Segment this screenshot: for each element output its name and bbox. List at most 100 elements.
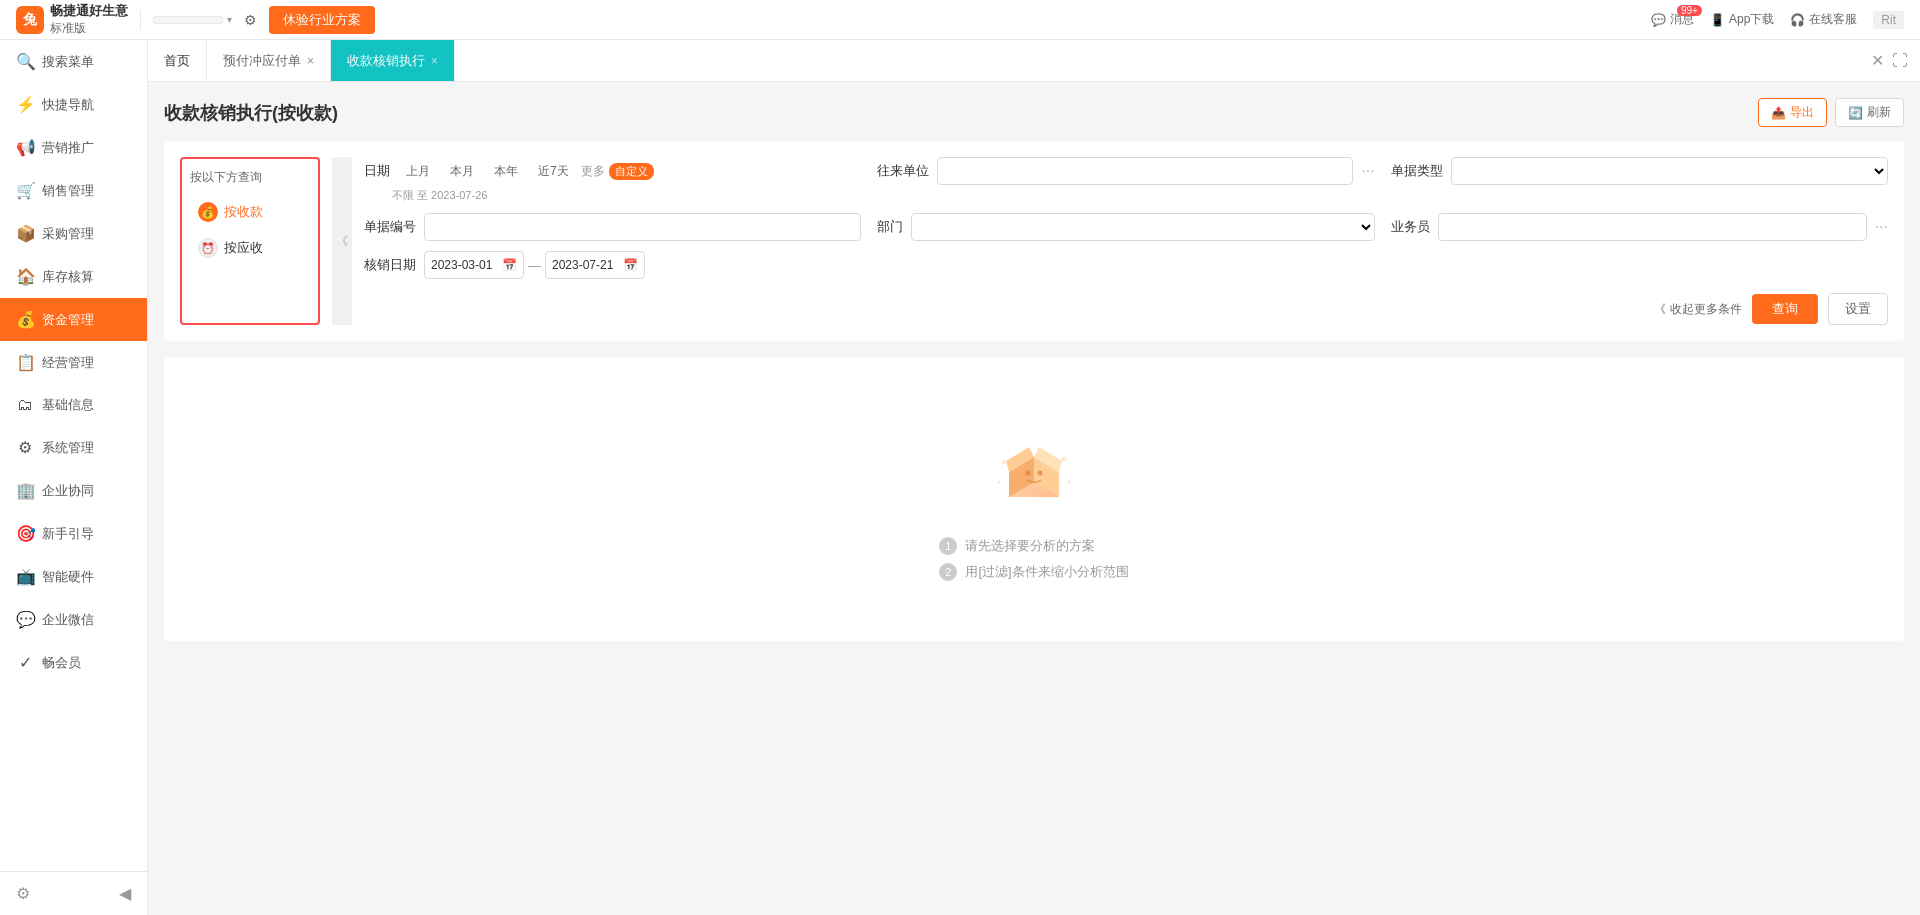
industry-solution-button[interactable]: 休验行业方案 [269, 6, 375, 34]
tab-prepay-close-icon[interactable]: × [307, 54, 314, 68]
filter-bill-no-input[interactable] [424, 213, 861, 241]
search-area[interactable]: ▾ [153, 14, 232, 25]
member-icon: ✓ [16, 653, 34, 672]
tab-receipt-verify-label: 收款核销执行 [347, 52, 425, 70]
filter-row-1: 日期 上月 本月 本年 近7天 更多 自定义 [364, 157, 1888, 185]
sidebar-label-quick-nav: 快捷导航 [42, 96, 94, 114]
warehouse-icon: 🏠 [16, 267, 34, 286]
empty-tip-1: 1 请先选择要分析的方案 [939, 537, 1128, 555]
finance-icon: 💰 [16, 310, 34, 329]
sidebar-item-sales[interactable]: 🛒 销售管理 [0, 169, 147, 212]
filter-dept-select[interactable] [911, 213, 1374, 241]
sidebar-settings-icon[interactable]: ⚙ [16, 884, 30, 903]
filter-option-by-receipt[interactable]: 💰 按收款 [190, 196, 310, 228]
svg-point-7 [1002, 460, 1006, 464]
filter-staff-input[interactable] [1438, 213, 1867, 241]
headset-icon: 🎧 [1790, 13, 1805, 27]
collapse-more-button[interactable]: 《 收起更多条件 [1654, 301, 1742, 318]
sidebar-label-inventory: 库存核算 [42, 268, 94, 286]
sidebar-item-wechat[interactable]: 💬 企业微信 [0, 598, 147, 641]
tab-receipt-verify-close-icon[interactable]: × [431, 54, 438, 68]
user-name[interactable]: Rit [1873, 11, 1904, 29]
filter-collapse-handle[interactable]: 《 [332, 157, 352, 325]
sidebar-item-quick-nav[interactable]: ⚡ 快捷导航 [0, 83, 147, 126]
page-header: 收款核销执行(按收款) 📤 导出 🔄 刷新 [164, 98, 1904, 127]
message-badge: 99+ [1677, 5, 1702, 16]
sidebar-item-sys-mgmt[interactable]: ⚙ 系统管理 [0, 426, 147, 469]
date-separator: — [528, 258, 541, 273]
verify-date-end-input[interactable]: 2023-07-21 📅 [545, 251, 645, 279]
refresh-icon: 🔄 [1848, 106, 1863, 120]
sidebar-item-enterprise[interactable]: 🏢 企业协同 [0, 469, 147, 512]
filter-verify-date-field: 核销日期 2023-03-01 📅 — 2023-07-21 📅 [364, 251, 861, 279]
gear-icon: ⚙ [16, 438, 34, 457]
verify-date-start-input[interactable]: 2023-03-01 📅 [424, 251, 524, 279]
sidebar-item-search-menu[interactable]: 🔍 搜索菜单 [0, 40, 147, 83]
sidebar-item-finance[interactable]: 💰 资金管理 [0, 298, 147, 341]
tab-receipt-verify[interactable]: 收款核销执行 × [331, 40, 455, 81]
sidebar-item-purchase[interactable]: 📦 采购管理 [0, 212, 147, 255]
sidebar-label-finance: 资金管理 [42, 311, 94, 329]
topbar-divider-1 [140, 10, 141, 30]
app-download-button[interactable]: 📱 App下载 [1710, 11, 1774, 28]
date-hint-area: 不限 至 2023-07-26 [392, 187, 1888, 203]
tab-prepay[interactable]: 预付冲应付单 × [207, 40, 331, 81]
content-area: 首页 预付冲应付单 × 收款核销执行 × ✕ ⛶ 收款核销执行(按收款) [148, 40, 1920, 915]
wechat-icon: 💬 [16, 610, 34, 629]
filter-option-by-receivable[interactable]: ⏰ 按应收 [190, 232, 310, 264]
date-btn-this-year[interactable]: 本年 [486, 161, 526, 182]
clipboard-icon: 📋 [16, 353, 34, 372]
brand-edition: 标准版 [50, 20, 128, 37]
filter-bill-type-select[interactable] [1451, 157, 1888, 185]
settings-icon[interactable]: ⚙ [244, 12, 257, 28]
sidebar-label-sys-mgmt: 系统管理 [42, 439, 94, 457]
sidebar-item-base-info[interactable]: 🗂 基础信息 [0, 384, 147, 426]
sidebar-item-member[interactable]: ✓ 畅会员 [0, 641, 147, 684]
date-btn-this-month[interactable]: 本月 [442, 161, 482, 182]
export-button[interactable]: 📤 导出 [1758, 98, 1827, 127]
message-icon: 💬 [1651, 13, 1666, 27]
brand-name: 畅捷通好生意 [50, 2, 128, 20]
calendar-end-icon: 📅 [623, 258, 638, 272]
date-custom-badge[interactable]: 自定义 [609, 163, 654, 180]
filter-partner-input[interactable] [937, 157, 1353, 185]
tab-actions: ✕ ⛶ [1859, 51, 1920, 70]
filter-settings-button[interactable]: 设置 [1828, 293, 1888, 325]
megaphone-icon: 📢 [16, 138, 34, 157]
sidebar-item-newbie[interactable]: 🎯 新手引导 [0, 512, 147, 555]
sidebar-item-hardware[interactable]: 📺 智能硬件 [0, 555, 147, 598]
date-btn-7days[interactable]: 近7天 [530, 161, 577, 182]
tab-expand-icon[interactable]: ⛶ [1892, 52, 1908, 70]
filter-bill-type-field: 单据类型 [1391, 157, 1888, 185]
refresh-button[interactable]: 🔄 刷新 [1835, 98, 1904, 127]
tab-home-label: 首页 [164, 52, 190, 70]
filter-row-3: 核销日期 2023-03-01 📅 — 2023-07-21 📅 [364, 251, 1888, 279]
sidebar: 🔍 搜索菜单 ⚡ 快捷导航 📢 营销推广 🛒 销售管理 📦 采购管理 🏠 库存核… [0, 40, 148, 915]
svg-point-5 [1026, 471, 1031, 476]
calendar-start-icon: 📅 [502, 258, 517, 272]
tab-home[interactable]: 首页 [148, 40, 207, 81]
date-btn-last-month[interactable]: 上月 [398, 161, 438, 182]
export-label: 导出 [1790, 104, 1814, 121]
empty-tip-1-number: 1 [939, 537, 957, 555]
sidebar-label-hardware: 智能硬件 [42, 568, 94, 586]
empty-tip-2: 2 用[过滤]条件来缩小分析范围 [939, 563, 1128, 581]
sidebar-item-inventory[interactable]: 🏠 库存核算 [0, 255, 147, 298]
sidebar-item-biz-mgmt[interactable]: 📋 经营管理 [0, 341, 147, 384]
online-service-button[interactable]: 🎧 在线客服 [1790, 11, 1857, 28]
page-actions: 📤 导出 🔄 刷新 [1758, 98, 1904, 127]
filter-type-sidebar: 按以下方查询 💰 按收款 ⏰ 按应收 [180, 157, 320, 325]
filter-partner-dots[interactable]: ··· [1361, 162, 1374, 180]
filter-date-label: 日期 [364, 162, 390, 180]
sidebar-item-marketing[interactable]: 📢 营销推广 [0, 126, 147, 169]
sidebar-collapse-icon[interactable]: ◀ [119, 884, 131, 903]
query-button[interactable]: 查询 [1752, 294, 1818, 324]
filter-option-receipt-label: 按收款 [224, 203, 263, 221]
box-icon: 📦 [16, 224, 34, 243]
tab-close-action-icon[interactable]: ✕ [1871, 51, 1884, 70]
filter-staff-dots[interactable]: ··· [1875, 218, 1888, 236]
page-title: 收款核销执行(按收款) [164, 101, 338, 125]
message-button[interactable]: 💬 消息 99+ [1651, 11, 1694, 28]
empty-state-illustration [984, 417, 1084, 517]
date-more-text[interactable]: 更多 [581, 163, 605, 180]
